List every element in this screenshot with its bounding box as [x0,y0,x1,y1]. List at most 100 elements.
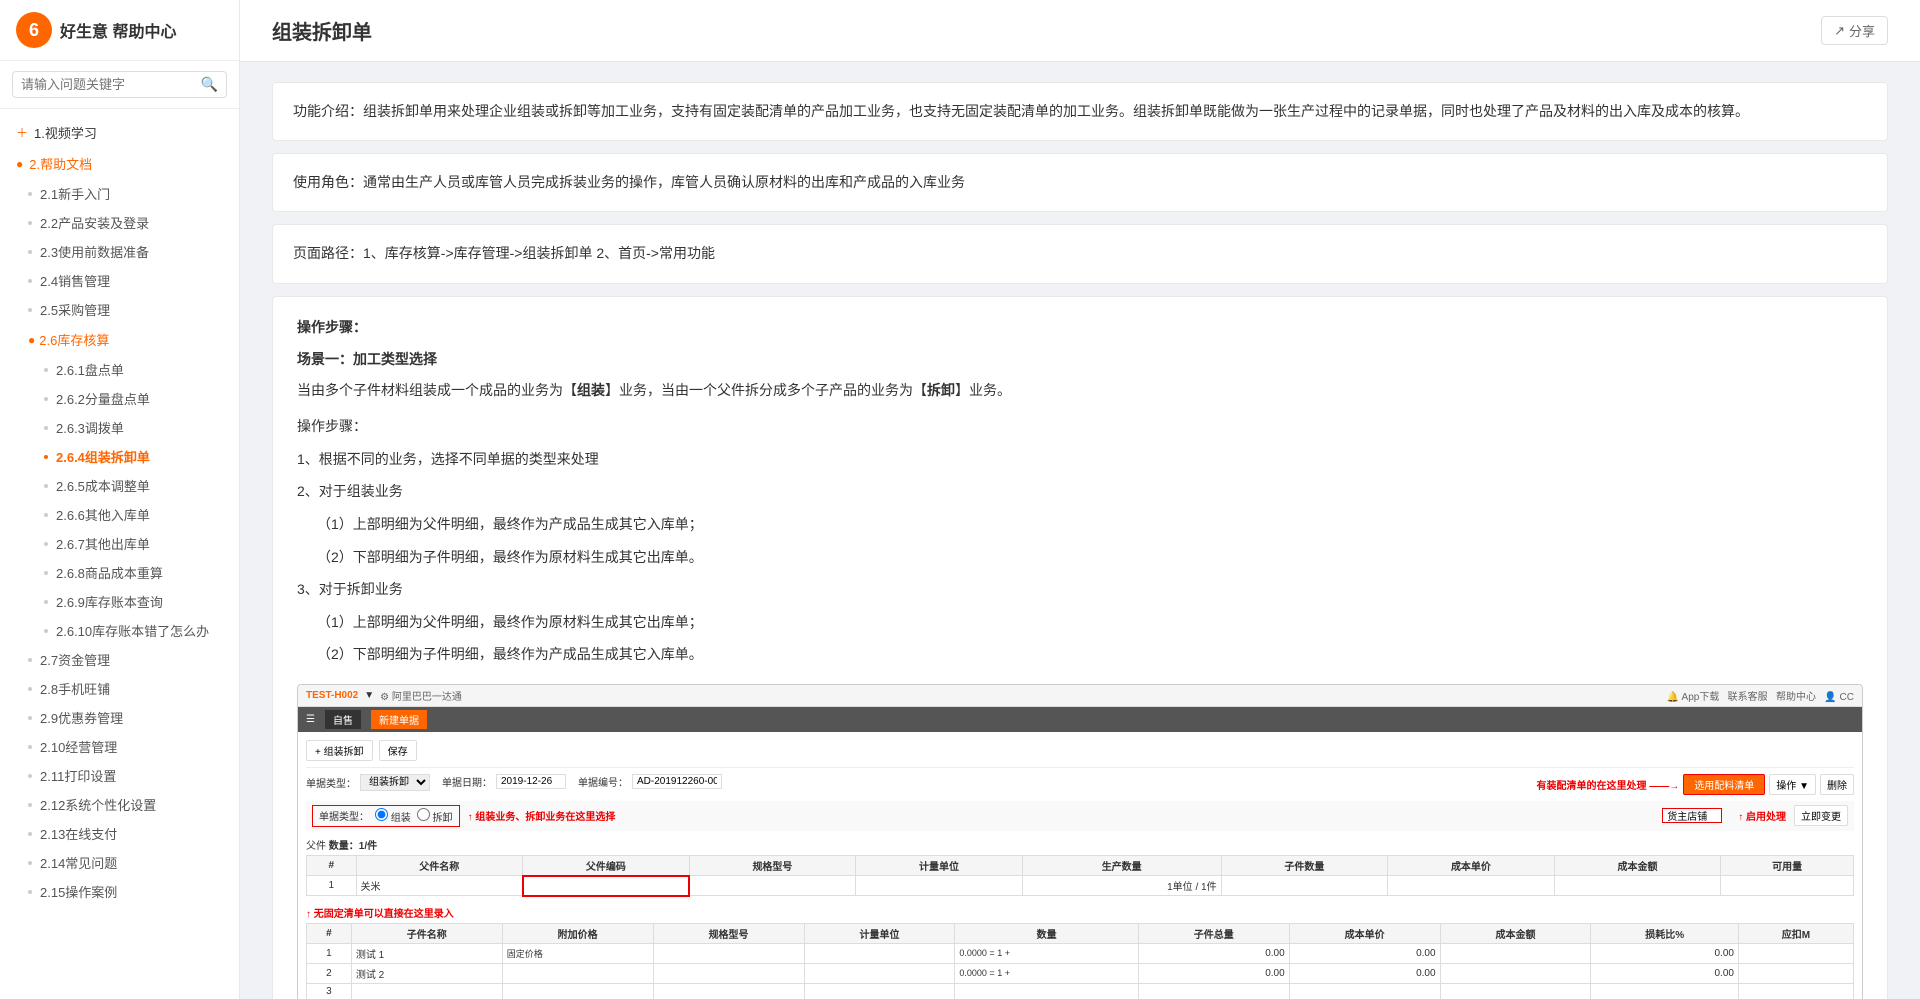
col-parent-code: 父件编码 [523,855,690,876]
sidebar-item-payment[interactable]: 2.13在线支付 [28,819,239,848]
sidebar-item-transfer[interactable]: 2.6.3调拨单 [44,413,239,442]
brand-name: 好生意 帮助中心 [60,18,176,42]
app-nav-tab-new[interactable]: 新建单据 [371,710,427,729]
col-qty: 生产数量 [1022,855,1221,876]
step2: 2、对于组装业务 [297,478,1863,505]
form-type-radio-disassemble[interactable]: 拆卸 [417,808,453,824]
sidebar-header: 6 好生意 帮助中心 [0,0,239,61]
row1-unit [856,876,1023,896]
content-area: 功能介绍：组装拆卸单用来处理企业组装或拆卸等加工业务，支持有固定装配清单的产品加… [240,62,1920,999]
step1: 1、根据不同的业务，选择不同单据的类型来处理 [297,446,1863,473]
sidebar-item-inventory[interactable]: ● 2.6库存核算 [28,324,239,355]
sidebar-item-settings[interactable]: 2.12系统个性化设置 [28,790,239,819]
sidebar: 6 好生意 帮助中心 🔍 ＋ 1.视频学习 ● 2.帮助文档 2.1新手入门 2… [0,0,240,999]
row1-ctotal [1554,876,1721,896]
sidebar-item-finance[interactable]: 2.7资金管理 [28,645,239,674]
sidebar-item-sales[interactable]: 2.4销售管理 [28,266,239,295]
form-type-radio-assemble[interactable]: 组装 [375,808,411,824]
annotation-lower: ↑ 无固定清单可以直接在这里录入 [306,905,454,920]
sidebar-item-ops[interactable]: 2.10经营管理 [28,732,239,761]
ops-title: 操作步骤： [297,317,1863,337]
search-input[interactable] [21,77,201,92]
form-order-type-select[interactable]: 组装拆卸 [360,774,430,791]
lower-col-cprice: 成本单价 [1289,923,1440,943]
scenario1-desc: 当由多个子件材料组装成一个成品的业务为【组装】业务，当由一个父件拆分成多个子产品… [297,377,1863,404]
annotation-bom: 有装配清单的在这里处理 ——→ [1537,777,1680,792]
lower-col-qty: 数量 [955,923,1138,943]
col-parent-name: 父件名称 [356,855,523,876]
main-content: 组装拆卸单 ↗ 分享 功能介绍：组装拆卸单用来处理企业组装或拆卸等加工业务，支持… [240,0,1920,999]
step3: 3、对于拆卸业务 [297,576,1863,603]
col-unit: 计量单位 [856,855,1023,876]
sidebar-item-cases[interactable]: 2.15操作案例 [28,877,239,906]
form-shop-input[interactable] [1662,808,1722,823]
nav-list: ＋ 1.视频学习 ● 2.帮助文档 2.1新手入门 2.2产品安装及登录 2.3… [0,109,239,999]
col-cost-total: 成本金额 [1554,855,1721,876]
logo-icon: 6 [16,12,52,48]
lower-row-3: 3 [307,983,1854,999]
step3-2: （2）下部明细为子件明细，最终作为产成品生成其它入库单。 [317,641,1863,668]
ops-steps-label: 操作步骤： [297,413,1863,440]
sidebar-item-stocktake[interactable]: 2.6.1盘点单 [44,355,239,384]
form-order-no-label: 单据编号： [578,774,628,789]
app-nav-tab-self[interactable]: 自售 [325,710,361,729]
lower-col-addon: 附加价格 [502,923,653,943]
app-user-icons: 🔔 App下载 联系客服 帮助中心 👤 CC [1667,688,1854,703]
row1-code [523,876,690,896]
app-screenshot: TEST-H002 ▼ ⚙ 阿里巴巴一达通 🔔 App下载 联系客服 帮助中心 … [297,684,1863,999]
sidebar-item-assembly[interactable]: 2.6.4组装拆卸单 [44,442,239,471]
upper-table-label: 父件 数量：1/件 [306,837,1854,852]
sidebar-item-cost-adjust[interactable]: 2.6.5成本调整单 [44,471,239,500]
path-text: 页面路径：1、库存核算->库存管理->组装拆卸单 2、首页->常用功能 [293,245,715,261]
row1-subqty [1221,876,1388,896]
app-confirm-btn[interactable]: 立即变更 [1794,805,1848,826]
sidebar-item-faq[interactable]: 2.14常见问题 [28,848,239,877]
sidebar-item-help-docs[interactable]: ● 2.帮助文档 [0,148,239,179]
sidebar-item-mobile[interactable]: 2.8手机旺铺 [28,674,239,703]
search-icon[interactable]: 🔍 [201,76,218,93]
sidebar-item-stock-ledger[interactable]: 2.6.9库存账本查询 [44,587,239,616]
sidebar-item-print[interactable]: 2.11打印设置 [28,761,239,790]
sidebar-item-outbound[interactable]: 2.6.7其他出库单 [44,529,239,558]
steps-container: 操作步骤： 场景一：加工类型选择 当由多个子件材料组装成一个成品的业务为【组装】… [272,296,1888,999]
lower-col-name: 子件名称 [351,923,502,943]
sidebar-item-install[interactable]: 2.2产品安装及登录 [28,208,239,237]
app-bom-btn[interactable]: 选用配料清单 [1683,774,1765,795]
lower-col-hash: # [307,923,352,943]
app-save-btn[interactable]: 保存 [379,740,417,761]
plus-icon: ＋ [16,124,28,141]
sidebar-item-cost-recalc[interactable]: 2.6.8商品成本重算 [44,558,239,587]
col-sub-qty: 子件数量 [1221,855,1388,876]
sidebar-item-newbie[interactable]: 2.1新手入门 [28,179,239,208]
app-more-btn[interactable]: 操作 ▼ [1769,774,1816,795]
sidebar-item-video-learning[interactable]: ＋ 1.视频学习 [0,117,239,148]
app-company-code: TEST-H002 [306,690,358,701]
app-del-btn[interactable]: 删除 [1820,774,1854,795]
row1-spec [689,876,856,896]
sidebar-item-inbound[interactable]: 2.6.6其他入库单 [44,500,239,529]
app-icons: ⚙ 阿里巴巴一达通 [380,688,462,703]
share-icon: ↗ [1834,23,1845,39]
annotation-enable: ↑ 启用处理 [1738,808,1786,823]
role-text: 使用角色：通常由生产人员或库管人员完成拆装业务的操作，库管人员确认原材料的出库和… [293,174,965,190]
screenshot-wrapper: TEST-H002 ▼ ⚙ 阿里巴巴一达通 🔔 App下载 联系客服 帮助中心 … [297,684,1863,999]
form-date-input[interactable] [496,774,566,789]
app-new-btn[interactable]: + 组装拆卸 [306,740,373,761]
row1-name: 关米 [356,876,523,896]
minus-icon-inventory: ● [28,333,35,347]
sidebar-item-coupon[interactable]: 2.9优惠券管理 [28,703,239,732]
sidebar-item-stock-error[interactable]: 2.6.10库存账本错了怎么办 [44,616,239,645]
form-order-no-input[interactable] [632,774,722,789]
col-spec: 规格型号 [689,855,856,876]
row1-avail [1721,876,1854,896]
sidebar-item-partial-stocktake[interactable]: 2.6.2分量盘点单 [44,384,239,413]
col-hash: # [307,855,357,876]
sidebar-item-data-prep[interactable]: 2.3使用前数据准备 [28,237,239,266]
search-box: 🔍 [0,61,239,109]
intro-text: 功能介绍：组装拆卸单用来处理企业组装或拆卸等加工业务，支持有固定装配清单的产品加… [293,103,1749,119]
share-button[interactable]: ↗ 分享 [1821,16,1888,45]
form-date-label: 单据日期： [442,774,492,789]
lower-col-spec: 规格型号 [653,923,804,943]
lower-col-loss: 损耗比% [1591,923,1739,943]
sidebar-item-purchase[interactable]: 2.5采购管理 [28,295,239,324]
